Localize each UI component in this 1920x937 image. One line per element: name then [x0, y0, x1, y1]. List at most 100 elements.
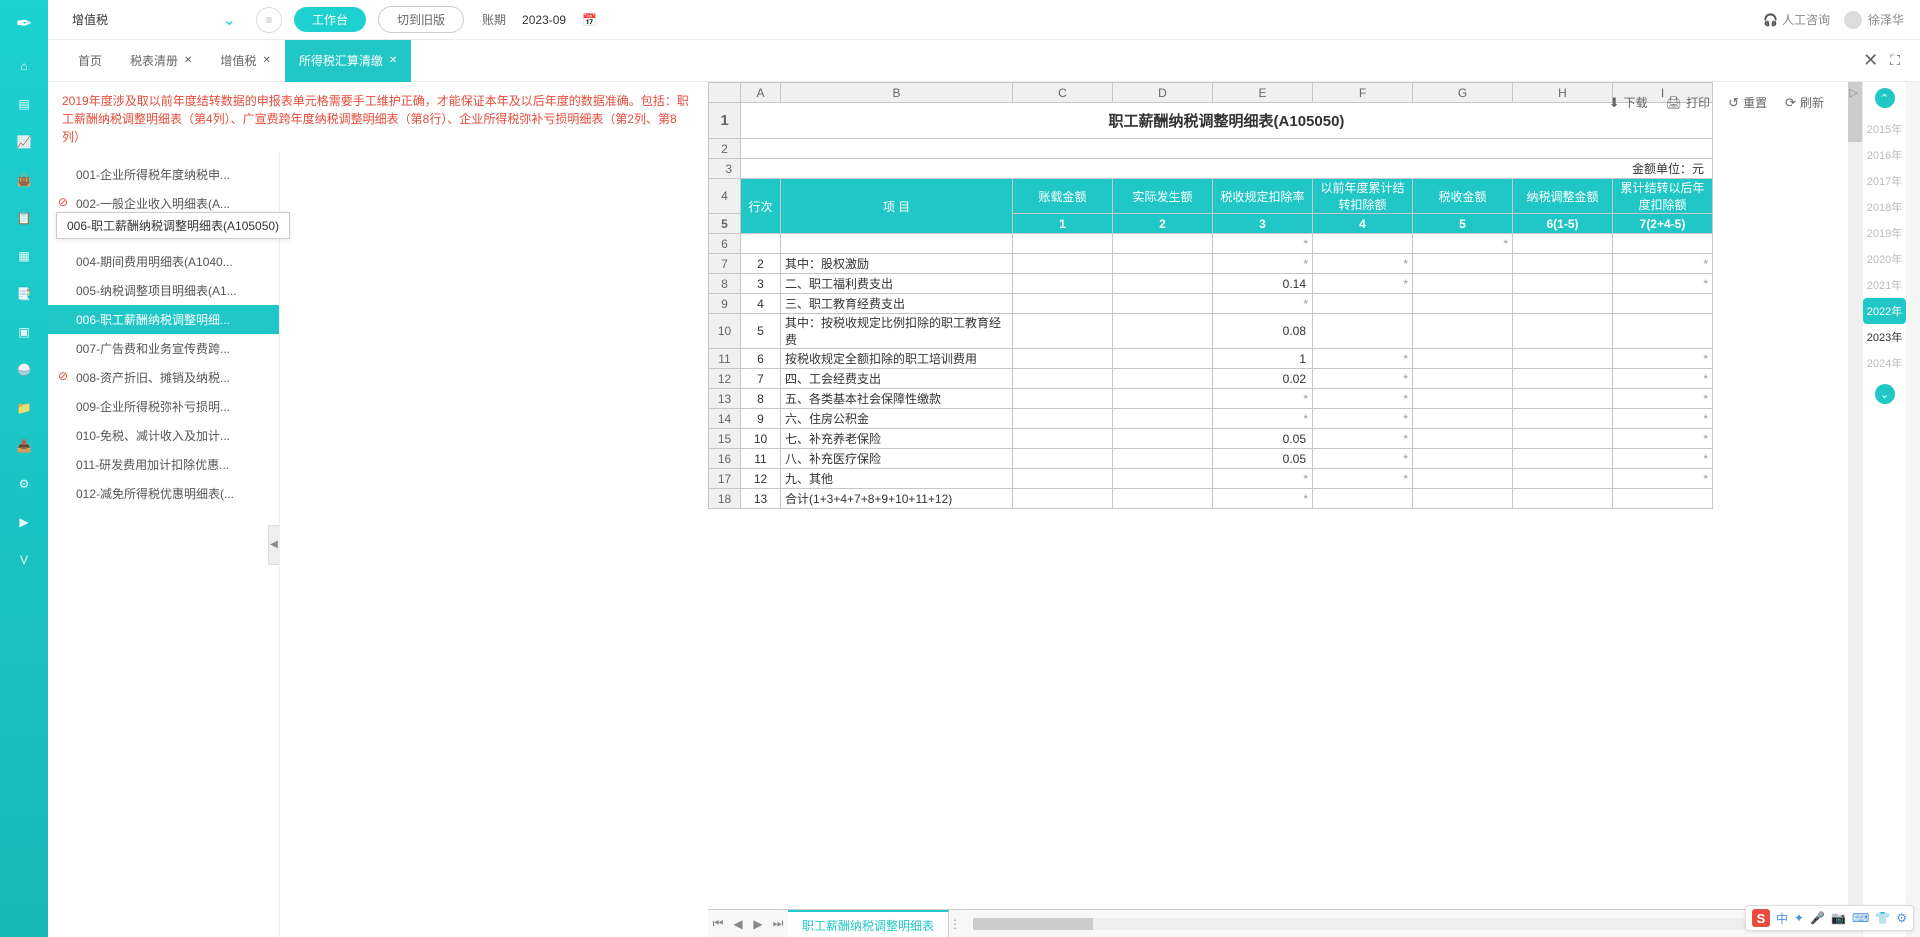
table-row[interactable]: 105其中：按税收规定比例扣除的职工教育经费0.08 [709, 314, 1713, 349]
sheet-nav-next[interactable]: ▶ [748, 917, 768, 931]
collapse-button[interactable]: ≡ [256, 7, 282, 33]
year-2023年[interactable]: 2023年 [1863, 324, 1906, 350]
ime-item-2[interactable]: 📷 [1831, 911, 1846, 925]
tab-首页[interactable]: 首页 [64, 40, 116, 82]
workspace-button[interactable]: 工作台 [294, 7, 366, 32]
close-all-tabs-icon[interactable]: ✕ [1855, 50, 1886, 71]
fullscreen-icon[interactable]: ⛶ [1886, 52, 1904, 69]
table-row[interactable]: 127四、工会经费支出0.02** [709, 369, 1713, 389]
form-item[interactable]: 010-免税、减计收入及加计... [48, 421, 279, 450]
warn-icon: ⊘ [58, 369, 68, 383]
nav-doc-icon[interactable]: ▤ [14, 94, 34, 114]
sheet-title: 职工薪酬纳税调整明细表(A105050) [741, 103, 1713, 139]
horizontal-scrollbar[interactable]: ⋮ [949, 917, 1862, 931]
form-item[interactable]: 004-期间费用明细表(A1040... [48, 247, 279, 276]
form-item[interactable]: 009-企业所得税弥补亏损明... [48, 392, 279, 421]
table-row[interactable]: 116按税收规定全额扣除的职工培训费用1** [709, 349, 1713, 369]
year-2020年[interactable]: 2020年 [1863, 246, 1906, 272]
sheet-expand-icon[interactable]: ▷ [1850, 86, 1858, 99]
print-icon: 🖨 [1666, 95, 1683, 111]
user-menu[interactable]: 徐泽华 [1844, 11, 1904, 29]
ime-toolbar[interactable]: S 中 ✦ 🎤 📷 ⌨ 👕 ⚙ [1745, 905, 1914, 931]
sheet-nav-prev[interactable]: ◀ [728, 917, 748, 931]
nav-stamp-icon[interactable]: 📑 [14, 284, 34, 304]
left-sidebar: ✒ ⌂ ▤ 📈 👜 📋 ▦ 📑 ▣ 🍚 📁 📥 ⚙ ▶ V [0, 0, 48, 937]
table-row[interactable]: 72其中：股权激励*** [709, 254, 1713, 274]
period-label: 账期 [482, 11, 506, 28]
table-row[interactable]: 94三、职工教育经费支出* [709, 294, 1713, 314]
year-2015年[interactable]: 2015年 [1863, 116, 1906, 142]
close-icon[interactable]: ✕ [184, 55, 192, 66]
year-down-icon[interactable]: ⌄ [1875, 384, 1895, 404]
year-2018年[interactable]: 2018年 [1863, 194, 1906, 220]
sheet-tabs: ⏮ ◀ ▶ ⏭ 职工薪酬纳税调整明细表 ⋮ [708, 909, 1862, 937]
refresh-button[interactable]: ⟳刷新 [1785, 94, 1824, 111]
sheet-toolbar: ⬇下载 🖨打印 ↺重置 ⟳刷新 [1591, 84, 1842, 121]
sheet-nav-first[interactable]: ⏮ [708, 916, 728, 931]
nav-calendar-icon[interactable]: ▣ [14, 322, 34, 342]
year-2022年[interactable]: 2022年 [1863, 298, 1906, 324]
print-button[interactable]: 🖨打印 [1666, 94, 1711, 111]
table-row[interactable]: 83二、职工福利费支出0.14** [709, 274, 1713, 294]
spreadsheet[interactable]: ABC DEF GHI 1职工薪酬纳税调整明细表(A105050) 2 3金额单… [708, 82, 1862, 909]
ime-item-1[interactable]: 🎤 [1810, 911, 1825, 925]
tab-所得税汇算清缴[interactable]: 所得税汇算清缴✕ [285, 40, 411, 82]
switch-old-button[interactable]: 切到旧版 [378, 6, 464, 33]
form-item[interactable]: 007-广告费和业务宣传费跨... [48, 334, 279, 363]
nav-clipboard-icon[interactable]: 📋 [14, 208, 34, 228]
nav-video-icon[interactable]: ▶ [14, 512, 34, 532]
nav-chart-icon[interactable]: 📈 [14, 132, 34, 152]
nav-inbox-icon[interactable]: 📥 [14, 436, 34, 456]
ime-item-0[interactable]: ✦ [1794, 911, 1804, 925]
module-dropdown[interactable]: 增值税 ⌄ [64, 6, 244, 34]
ime-item-5[interactable]: ⚙ [1896, 911, 1907, 925]
sheet-tab[interactable]: 职工薪酬纳税调整明细表 [788, 910, 949, 937]
tab-税表清册[interactable]: 税表清册✕ [116, 40, 206, 82]
download-icon: ⬇ [1609, 95, 1620, 111]
avatar [1844, 11, 1862, 29]
sheet-nav-last[interactable]: ⏭ [768, 916, 788, 931]
nav-bag-icon[interactable]: 👜 [14, 170, 34, 190]
table-row[interactable]: 138五、各类基本社会保障性缴款*** [709, 389, 1713, 409]
close-icon[interactable]: ✕ [389, 55, 397, 66]
table-row[interactable]: 1611八、补充医疗保险0.05** [709, 449, 1713, 469]
ime-lang[interactable]: 中 [1776, 910, 1788, 927]
year-2016年[interactable]: 2016年 [1863, 142, 1906, 168]
nav-folder-icon[interactable]: 📁 [14, 398, 34, 418]
column-letters-row: ABC DEF GHI [709, 83, 1713, 103]
nav-report-icon[interactable]: ▦ [14, 246, 34, 266]
calendar-icon[interactable]: 📅 [582, 13, 597, 27]
warn-icon: ⊘ [58, 195, 68, 209]
year-up-icon[interactable]: ⌃ [1875, 88, 1895, 108]
nav-bowl-icon[interactable]: 🍚 [14, 360, 34, 380]
ime-item-4[interactable]: 👕 [1875, 911, 1890, 925]
year-2024年[interactable]: 2024年 [1863, 350, 1906, 376]
collapse-handle[interactable]: ◀ [268, 525, 280, 565]
nav-gear-icon[interactable]: ⚙ [14, 474, 34, 494]
form-item[interactable]: 011-研发费用加计扣除优惠... [48, 450, 279, 479]
vertical-scrollbar[interactable] [1848, 82, 1862, 909]
reset-button[interactable]: ↺重置 [1728, 94, 1767, 111]
period-value[interactable]: 2023-09 [522, 13, 566, 27]
year-2021年[interactable]: 2021年 [1863, 272, 1906, 298]
ime-item-3[interactable]: ⌨ [1852, 911, 1869, 925]
year-2019年[interactable]: 2019年 [1863, 220, 1906, 246]
table-row[interactable]: 1712九、其他*** [709, 469, 1713, 489]
table-row[interactable]: 6** [709, 234, 1713, 254]
table-row[interactable]: 1510七、补充养老保险0.05** [709, 429, 1713, 449]
table-row[interactable]: 149六、住房公积金*** [709, 409, 1713, 429]
download-button[interactable]: ⬇下载 [1609, 94, 1648, 111]
form-item[interactable]: ⊘008-资产折旧、摊销及纳税... [48, 363, 279, 392]
nav-v-icon[interactable]: V [14, 550, 34, 570]
form-item[interactable]: 001-企业所得税年度纳税申... [48, 160, 279, 189]
form-item[interactable]: 006-职工薪酬纳税调整明细... [48, 305, 279, 334]
year-2017年[interactable]: 2017年 [1863, 168, 1906, 194]
help-button[interactable]: 🎧 人工咨询 [1763, 11, 1830, 28]
form-item[interactable]: 012-减免所得税优惠明细表(... [48, 479, 279, 508]
nav-home-icon[interactable]: ⌂ [14, 56, 34, 76]
close-icon[interactable]: ✕ [262, 55, 270, 66]
form-item[interactable]: 005-纳税调整项目明细表(A1... [48, 276, 279, 305]
page-scrollbar[interactable] [1906, 82, 1920, 937]
tab-增值税[interactable]: 增值税✕ [206, 40, 284, 82]
table-row[interactable]: 1813合计(1+3+4+7+8+9+10+11+12)* [709, 489, 1713, 509]
